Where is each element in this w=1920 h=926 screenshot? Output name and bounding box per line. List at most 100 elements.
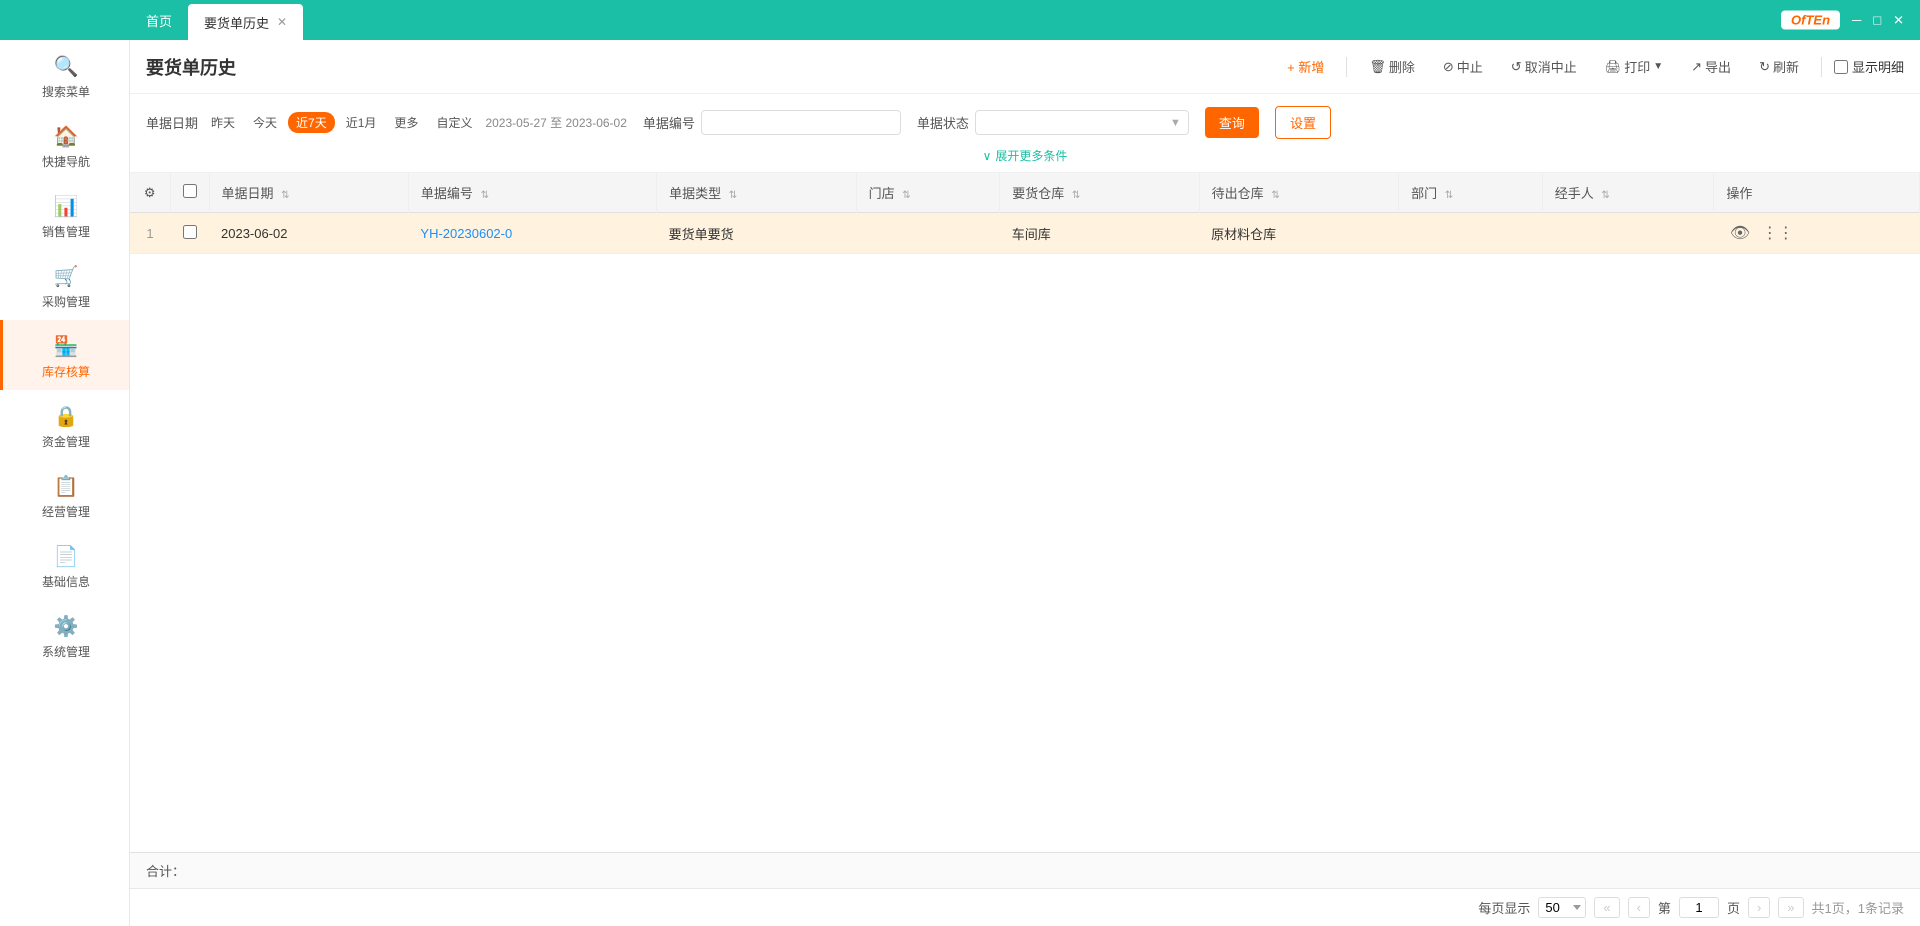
- system-icon: ⚙️: [54, 614, 79, 639]
- sidebar-item-search-menu[interactable]: 🔍 搜索菜单: [0, 40, 129, 110]
- page-size-label: 每页显示: [1478, 898, 1530, 917]
- often-badge[interactable]: OfTEn: [1781, 11, 1840, 30]
- pagination-last-btn[interactable]: »: [1778, 897, 1803, 918]
- status-filter-label: 单据状态: [917, 113, 969, 132]
- pagination-page-suffix: 页: [1727, 898, 1740, 917]
- date-filter-label: 单据日期: [146, 113, 198, 132]
- quick-nav-icon: 🏠: [54, 124, 79, 149]
- delete-label: 删除: [1389, 57, 1415, 76]
- page-size-select[interactable]: 50 10 20 100: [1538, 897, 1586, 918]
- settings-button[interactable]: 设置: [1275, 106, 1331, 139]
- tab-home[interactable]: 首页: [130, 0, 188, 40]
- tab-requisition-history[interactable]: 要货单历史 ✕: [188, 4, 303, 40]
- row-num-cell: 1: [130, 213, 170, 254]
- sidebar-item-sales[interactable]: 📊 销售管理: [0, 180, 129, 250]
- basic-info-icon: 📄: [54, 544, 79, 569]
- row-handler-cell: [1542, 213, 1714, 254]
- date-btn-custom[interactable]: 自定义: [429, 112, 479, 133]
- date-btn-today[interactable]: 今天: [246, 112, 284, 133]
- expand-filter-label: 展开更多条件: [995, 147, 1067, 164]
- row-docno-link[interactable]: YH-20230602-0: [420, 226, 512, 241]
- sidebar-item-inventory[interactable]: 🏪 库存核算: [0, 320, 129, 390]
- pagination-next-btn[interactable]: ›: [1748, 897, 1770, 918]
- row-req-warehouse-cell: 车间库: [1000, 213, 1199, 254]
- row-doctype-value: 要货单要货: [669, 227, 734, 242]
- col-store-sort-icon[interactable]: ⇅: [902, 190, 910, 201]
- cancel-stop-label: 取消中止: [1525, 57, 1577, 76]
- row-checkbox-cell: [170, 213, 209, 254]
- table-header-row: ⚙ 单据日期 ⇅ 单据编号 ⇅: [130, 173, 1920, 213]
- col-pending-warehouse-sort-icon[interactable]: ⇅: [1271, 190, 1279, 201]
- col-settings: ⚙: [130, 173, 170, 213]
- pagination-first-btn[interactable]: «: [1594, 897, 1619, 918]
- refresh-label: 刷新: [1773, 57, 1799, 76]
- query-button[interactable]: 查询: [1205, 107, 1259, 138]
- row-doctype-cell: 要货单要货: [657, 213, 856, 254]
- row-docno-cell: YH-20230602-0: [408, 213, 656, 254]
- sidebar-item-search-label: 搜索菜单: [42, 83, 90, 100]
- col-department-sort-icon[interactable]: ⇅: [1445, 190, 1453, 201]
- sidebar-item-operations-label: 经营管理: [42, 503, 90, 520]
- pagination-page-input[interactable]: 1: [1679, 897, 1719, 918]
- sidebar-item-basic-info[interactable]: 📄 基础信息: [0, 530, 129, 600]
- tab-home-label: 首页: [146, 11, 172, 30]
- sidebar-item-inventory-label: 库存核算: [42, 363, 90, 380]
- col-checkbox: [170, 173, 209, 213]
- toolbar-sep-2: [1821, 57, 1822, 77]
- select-all-checkbox[interactable]: [183, 184, 197, 198]
- tab-close-icon[interactable]: ✕: [277, 15, 287, 29]
- row-view-button[interactable]: 👁: [1726, 221, 1754, 245]
- date-btn-yesterday[interactable]: 昨天: [204, 112, 242, 133]
- row-req-warehouse-value: 车间库: [1012, 227, 1051, 242]
- display-detail-checkbox[interactable]: [1834, 60, 1848, 74]
- expand-filter-button[interactable]: ∨ 展开更多条件: [983, 147, 1068, 164]
- page-wrapper: 要货单历史 + 新增 🗑 删除 ⊘ 中止 ↺ 取消中止: [130, 40, 1920, 926]
- sidebar-item-purchase[interactable]: 🛒 采购管理: [0, 250, 129, 320]
- pagination-prev-btn[interactable]: ‹: [1628, 897, 1650, 918]
- row-checkbox[interactable]: [183, 225, 197, 239]
- close-btn[interactable]: ✕: [1893, 12, 1904, 28]
- finance-icon: 🔒: [54, 404, 79, 429]
- sidebar-item-finance[interactable]: 🔒 资金管理: [0, 390, 129, 460]
- print-label: 打印: [1624, 57, 1650, 76]
- sidebar-item-quicknav-label: 快捷导航: [42, 153, 90, 170]
- sidebar-item-basicinfo-label: 基础信息: [42, 573, 90, 590]
- expand-filter-row: ∨ 展开更多条件: [146, 147, 1904, 164]
- stop-button[interactable]: ⊘ 中止: [1433, 52, 1493, 81]
- print-button[interactable]: 🖨 打印 ▼: [1595, 52, 1673, 81]
- inventory-icon: 🏪: [54, 334, 79, 359]
- sidebar-item-sales-label: 销售管理: [42, 223, 90, 240]
- maximize-btn[interactable]: □: [1873, 13, 1881, 28]
- sidebar-item-operations[interactable]: 📋 经营管理: [0, 460, 129, 530]
- col-docno-sort-icon[interactable]: ⇅: [481, 190, 489, 201]
- export-button[interactable]: ↗ 导出: [1681, 52, 1741, 81]
- col-store-label: 门店: [869, 186, 895, 201]
- col-req-warehouse-sort-icon[interactable]: ⇅: [1072, 190, 1080, 201]
- col-doctype-sort-icon[interactable]: ⇅: [729, 190, 737, 201]
- sidebar-item-quick-nav[interactable]: 🏠 快捷导航: [0, 110, 129, 180]
- col-docno: 单据编号 ⇅: [408, 173, 656, 213]
- col-handler-sort-icon[interactable]: ⇅: [1601, 190, 1609, 201]
- filter-area: 单据日期 昨天 今天 近7天 近1月 更多 自定义 2023-05-27 至 2…: [130, 94, 1920, 173]
- row-more-button[interactable]: ⋮⋮: [1758, 221, 1798, 245]
- docno-input[interactable]: [701, 110, 901, 135]
- operations-icon: 📋: [54, 474, 79, 499]
- date-btn-more[interactable]: 更多: [387, 112, 425, 133]
- sidebar-item-system[interactable]: ⚙️ 系统管理: [0, 600, 129, 670]
- status-dropdown-icon[interactable]: ▼: [1170, 117, 1181, 129]
- add-button[interactable]: + 新增: [1277, 52, 1334, 81]
- toolbar-sep-1: [1346, 57, 1347, 77]
- date-btn-last7days[interactable]: 近7天: [288, 112, 335, 133]
- col-date-sort-icon[interactable]: ⇅: [281, 190, 289, 201]
- col-pending-warehouse: 待出仓库 ⇅: [1199, 173, 1398, 213]
- delete-button[interactable]: 🗑 删除: [1359, 52, 1425, 81]
- cancel-stop-button[interactable]: ↺ 取消中止: [1501, 52, 1587, 81]
- col-handler-label: 经手人: [1555, 186, 1594, 201]
- status-input[interactable]: [975, 110, 1189, 135]
- date-btn-last1month[interactable]: 近1月: [339, 112, 384, 133]
- minimize-btn[interactable]: ─: [1852, 13, 1861, 28]
- display-detail-toggle[interactable]: 显示明细: [1834, 57, 1904, 76]
- refresh-button[interactable]: ↻ 刷新: [1749, 52, 1809, 81]
- column-settings-icon[interactable]: ⚙: [144, 185, 156, 200]
- toolbar: + 新增 🗑 删除 ⊘ 中止 ↺ 取消中止 🖨: [1277, 52, 1904, 81]
